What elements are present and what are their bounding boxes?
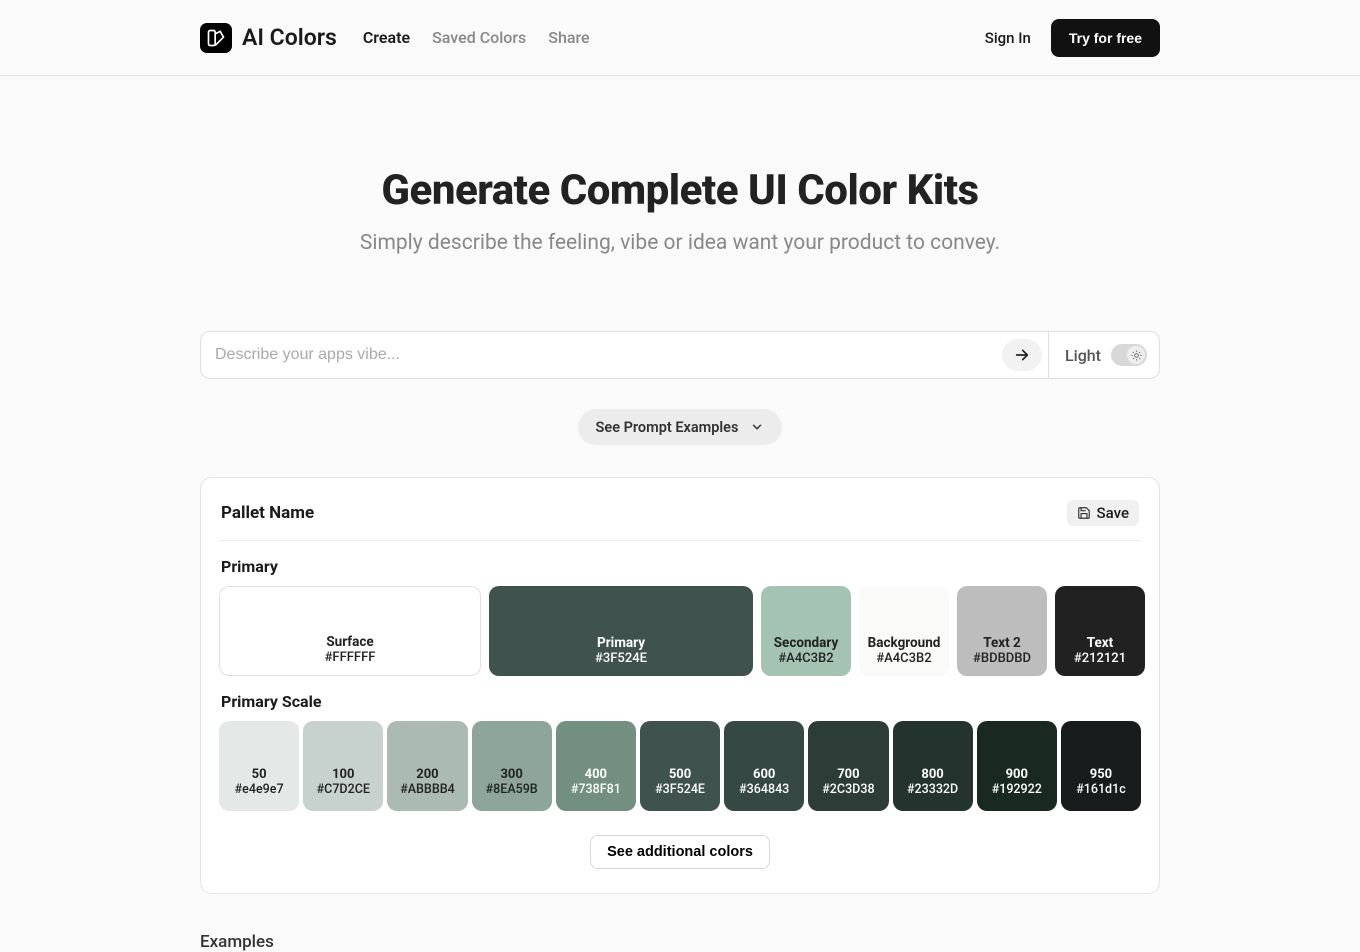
swatch-surface[interactable]: Surface#FFFFFF bbox=[219, 586, 481, 676]
scale-step-label: 800 bbox=[921, 767, 943, 782]
swatch-hex: #212121 bbox=[1074, 651, 1126, 666]
scale-step-500[interactable]: 500#3F524E bbox=[640, 721, 720, 811]
scale-row: 50#e4e9e7100#C7D2CE200#ABBBB4300#8EA59B4… bbox=[219, 721, 1141, 811]
scale-step-label: 500 bbox=[669, 767, 691, 782]
scale-section-label: Primary Scale bbox=[221, 692, 1141, 711]
prompt-row: Light bbox=[200, 331, 1160, 379]
swatch-label: Secondary bbox=[774, 635, 839, 651]
save-label: Save bbox=[1097, 504, 1129, 522]
signin-link[interactable]: Sign In bbox=[985, 29, 1031, 47]
save-button[interactable]: Save bbox=[1067, 500, 1139, 526]
theme-label: Light bbox=[1065, 346, 1101, 365]
scale-hex: #3F524E bbox=[655, 782, 705, 797]
scale-step-label: 100 bbox=[332, 767, 354, 782]
swatch-label: Primary bbox=[597, 635, 645, 651]
scale-hex: #738F81 bbox=[571, 782, 621, 797]
prompt-examples-button[interactable]: See Prompt Examples bbox=[578, 409, 783, 445]
logo[interactable]: AI Colors bbox=[200, 23, 337, 53]
scale-hex: #192922 bbox=[992, 782, 1042, 797]
prompt-input-wrap bbox=[200, 331, 1049, 379]
scale-step-400[interactable]: 400#738F81 bbox=[556, 721, 636, 811]
scale-step-900[interactable]: 900#192922 bbox=[977, 721, 1057, 811]
brand-name: AI Colors bbox=[242, 24, 337, 51]
scale-step-300[interactable]: 300#8EA59B bbox=[472, 721, 552, 811]
scale-step-200[interactable]: 200#ABBBB4 bbox=[387, 721, 467, 811]
swatch-text[interactable]: Text#212121 bbox=[1055, 586, 1145, 676]
primary-swatch-row: Surface#FFFFFFPrimary#3F524ESecondary#A4… bbox=[219, 586, 1141, 676]
prompt-input[interactable] bbox=[215, 346, 1002, 364]
swatch-background[interactable]: Background#A4C3B2 bbox=[859, 586, 949, 676]
toggle-track bbox=[1111, 344, 1147, 366]
theme-toggle[interactable]: Light bbox=[1049, 331, 1160, 379]
swatch-hex: #BDBDBD bbox=[973, 651, 1031, 666]
prompt-examples-label: See Prompt Examples bbox=[596, 419, 739, 436]
scale-step-label: 50 bbox=[252, 767, 267, 782]
swatch-icon bbox=[206, 28, 226, 48]
scale-hex: #e4e9e7 bbox=[235, 782, 284, 797]
main: Generate Complete UI Color Kits Simply d… bbox=[200, 76, 1160, 952]
scale-hex: #2C3D38 bbox=[822, 782, 874, 797]
palette-card: Pallet Name Save Primary Surface#FFFFFFP… bbox=[200, 477, 1160, 894]
swatch-hex: #3F524E bbox=[595, 651, 647, 666]
nav: Create Saved Colors Share bbox=[363, 28, 590, 47]
scale-step-label: 400 bbox=[585, 767, 607, 782]
scale-step-950[interactable]: 950#161d1c bbox=[1061, 721, 1141, 811]
swatch-label: Surface bbox=[326, 634, 373, 650]
hero-title: Generate Complete UI Color Kits bbox=[200, 166, 1160, 215]
chevron-down-icon bbox=[750, 420, 764, 434]
scale-step-100[interactable]: 100#C7D2CE bbox=[303, 721, 383, 811]
scale-step-50[interactable]: 50#e4e9e7 bbox=[219, 721, 299, 811]
hero: Generate Complete UI Color Kits Simply d… bbox=[200, 166, 1160, 255]
scale-hex: #23332D bbox=[907, 782, 958, 797]
swatch-label: Text 2 bbox=[983, 635, 1021, 651]
submit-button[interactable] bbox=[1002, 339, 1042, 371]
nav-create[interactable]: Create bbox=[363, 28, 410, 47]
hero-subtitle: Simply describe the feeling, vibe or ide… bbox=[200, 231, 1160, 255]
examples-heading: Examples bbox=[200, 932, 1160, 952]
scale-hex: #364843 bbox=[739, 782, 789, 797]
nav-saved[interactable]: Saved Colors bbox=[432, 28, 526, 47]
logo-icon bbox=[200, 23, 232, 53]
primary-section-label: Primary bbox=[221, 557, 1141, 576]
scale-step-600[interactable]: 600#364843 bbox=[724, 721, 804, 811]
swatch-hex: #A4C3B2 bbox=[778, 651, 833, 666]
scale-step-label: 900 bbox=[1006, 767, 1028, 782]
save-icon bbox=[1077, 506, 1091, 520]
see-additional-button[interactable]: See additional colors bbox=[590, 835, 770, 869]
nav-share[interactable]: Share bbox=[548, 28, 589, 47]
scale-step-700[interactable]: 700#2C3D38 bbox=[808, 721, 888, 811]
swatch-hex: #A4C3B2 bbox=[876, 651, 931, 666]
scale-step-label: 200 bbox=[416, 767, 438, 782]
scale-step-label: 600 bbox=[753, 767, 775, 782]
try-free-button[interactable]: Try for free bbox=[1051, 19, 1160, 57]
sun-icon bbox=[1131, 350, 1142, 361]
swatch-label: Text bbox=[1087, 635, 1113, 651]
swatch-label: Background bbox=[868, 635, 941, 651]
swatch-secondary[interactable]: Secondary#A4C3B2 bbox=[761, 586, 851, 676]
swatch-primary[interactable]: Primary#3F524E bbox=[489, 586, 753, 676]
scale-hex: #C7D2CE bbox=[317, 782, 370, 797]
palette-name[interactable]: Pallet Name bbox=[221, 503, 314, 523]
swatch-hex: #FFFFFF bbox=[325, 650, 376, 665]
scale-hex: #ABBBB4 bbox=[400, 782, 455, 797]
toggle-knob bbox=[1127, 346, 1145, 364]
scale-step-label: 700 bbox=[837, 767, 859, 782]
header-right: Sign In Try for free bbox=[985, 19, 1160, 57]
arrow-right-icon bbox=[1014, 347, 1030, 363]
scale-hex: #8EA59B bbox=[486, 782, 538, 797]
scale-hex: #161d1c bbox=[1076, 782, 1126, 797]
scale-step-label: 300 bbox=[500, 767, 522, 782]
header: AI Colors Create Saved Colors Share Sign… bbox=[0, 0, 1360, 76]
card-header: Pallet Name Save bbox=[219, 500, 1141, 541]
scale-step-800[interactable]: 800#23332D bbox=[893, 721, 973, 811]
swatch-text-2[interactable]: Text 2#BDBDBD bbox=[957, 586, 1047, 676]
scale-step-label: 950 bbox=[1090, 767, 1112, 782]
